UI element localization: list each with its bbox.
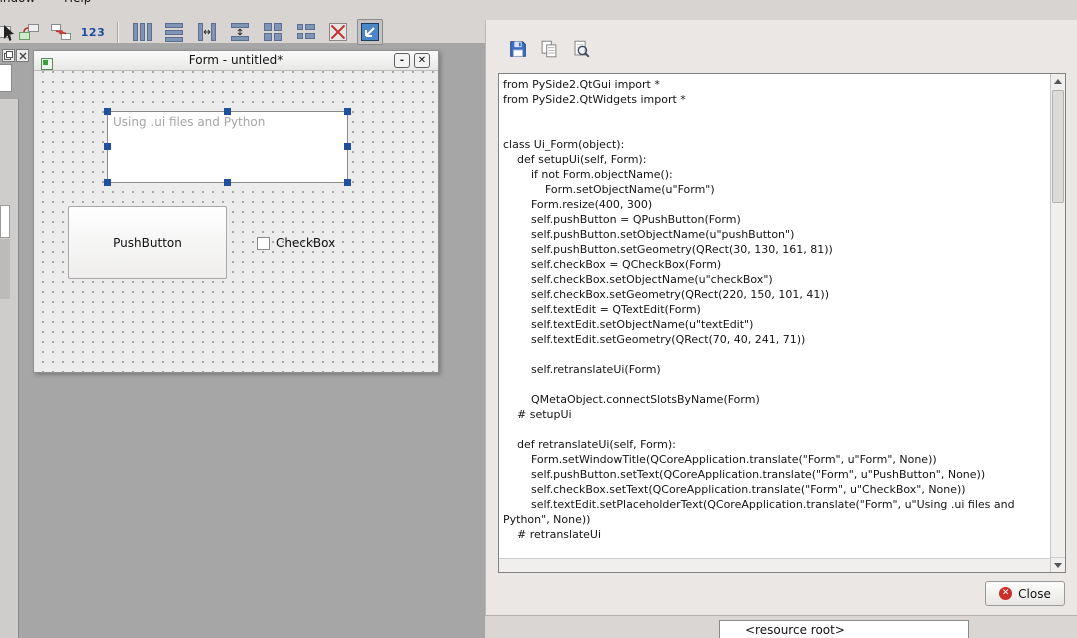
selection-handle-middle-left[interactable] <box>104 143 111 150</box>
dock-float-icon[interactable] <box>2 49 15 62</box>
layout-grid-icon[interactable] <box>260 19 286 45</box>
widgetbox-scrollbar[interactable] <box>0 239 10 299</box>
form-designer-window: Form - untitled* - ✕ Using .ui files and… <box>33 50 439 373</box>
layout-horizontally-icon[interactable] <box>129 19 155 45</box>
selection-handle-top-right[interactable] <box>344 108 351 115</box>
edit-tab-order-icon[interactable]: 123 <box>80 19 106 45</box>
menu-bar: Window Help <box>0 0 1077 7</box>
edit-signals-slots-icon[interactable] <box>16 19 42 45</box>
textedit-placeholder: Using .ui files and Python <box>113 115 265 129</box>
selection-handle-bottom-right[interactable] <box>344 179 351 186</box>
minimize-button[interactable]: - <box>394 53 410 68</box>
layout-vertically-icon[interactable] <box>161 19 187 45</box>
qt-designer-screen: Window Help 123 <box>0 0 1077 638</box>
toolbar-separator <box>117 22 118 43</box>
close-button[interactable]: ✕ Close <box>985 581 1065 606</box>
adjust-size-icon[interactable] <box>357 19 383 45</box>
horizontal-scrollbar[interactable] <box>499 558 1050 572</box>
layout-form-icon[interactable] <box>293 19 319 45</box>
dock-close-icon[interactable] <box>16 49 29 62</box>
menu-help[interactable]: Help <box>64 0 91 5</box>
selection-handle-top-middle[interactable] <box>224 108 231 115</box>
textedit-widget[interactable]: Using .ui files and Python <box>107 111 348 183</box>
find-icon[interactable] <box>569 37 593 61</box>
form-canvas[interactable]: Using .ui files and Python PushButton Ch… <box>34 71 438 372</box>
selection-handle-bottom-middle[interactable] <box>224 179 231 186</box>
checkbox-widget[interactable]: CheckBox <box>257 235 335 251</box>
checkbox-label: CheckBox <box>276 236 335 250</box>
checkbox-indicator[interactable] <box>257 237 270 250</box>
edit-buddies-icon[interactable] <box>48 19 74 45</box>
save-icon[interactable] <box>506 37 530 61</box>
selection-handle-top-left[interactable] <box>104 108 111 115</box>
widgetbox-item[interactable] <box>0 205 10 238</box>
selection-handle-bottom-left[interactable] <box>104 179 111 186</box>
layout-horizontal-splitter-icon[interactable] <box>194 19 220 45</box>
menu-window[interactable]: Window <box>0 0 35 5</box>
form-window-titlebar[interactable]: Form - untitled* - ✕ <box>34 51 438 71</box>
selection-handle-middle-right[interactable] <box>344 143 351 150</box>
widgetbox-filter-input[interactable] <box>0 64 12 92</box>
code-view[interactable]: from PySide2.QtGui import * from PySide2… <box>498 73 1066 573</box>
resource-browser[interactable]: <resource root> <box>719 620 969 638</box>
scrollbar-thumb[interactable] <box>1052 90 1064 203</box>
widget-box-panel <box>0 99 19 638</box>
scroll-up-icon[interactable] <box>1051 74 1065 89</box>
scroll-down-icon[interactable] <box>1051 557 1065 572</box>
code-preview-panel: from PySide2.QtGui import * from PySide2… <box>485 20 1077 615</box>
copy-icon[interactable] <box>537 37 561 61</box>
form-window-title: Form - untitled* <box>34 53 438 67</box>
vertical-scrollbar[interactable] <box>1050 74 1065 572</box>
bottom-panel-strip: <resource root> <box>485 615 1077 638</box>
close-window-button[interactable]: ✕ <box>414 53 430 68</box>
close-circle-icon: ✕ <box>999 587 1012 600</box>
tab-order-label: 123 <box>81 26 105 39</box>
generated-code-text[interactable]: from PySide2.QtGui import * from PySide2… <box>499 74 1050 558</box>
layout-vertical-splitter-icon[interactable] <box>227 19 253 45</box>
close-button-label: Close <box>1018 587 1051 601</box>
break-layout-icon[interactable] <box>325 19 351 45</box>
resource-root-label: <resource root> <box>745 623 845 637</box>
pushbutton-widget[interactable]: PushButton <box>68 206 227 279</box>
